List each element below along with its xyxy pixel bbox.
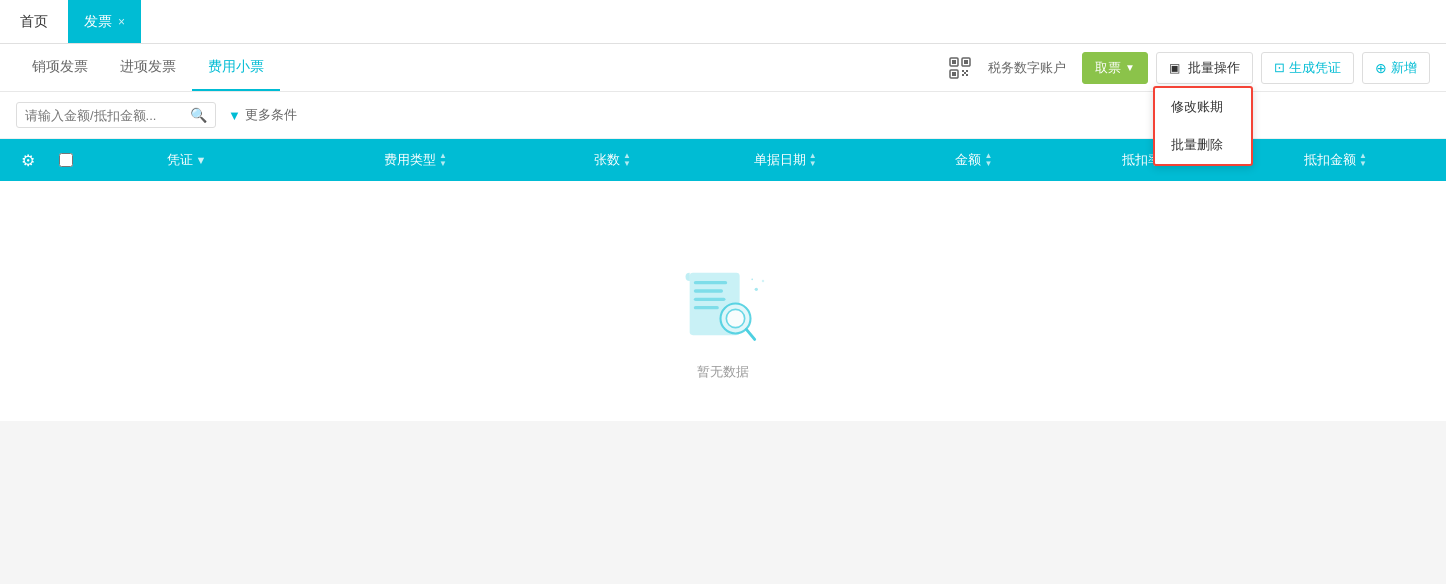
search-wrap[interactable]: 🔍 — [16, 102, 216, 128]
th-date: 单据日期 ▲ ▼ — [683, 151, 888, 169]
search-input[interactable] — [25, 108, 190, 123]
sort-down-icon: ▼ — [623, 160, 631, 168]
svg-point-20 — [762, 280, 765, 283]
th-amount: 金额 ▲ ▼ — [888, 151, 1061, 169]
top-nav: 首页 发票 × — [0, 0, 1446, 44]
svg-point-19 — [755, 288, 758, 291]
sort-down-icon: ▼ — [1359, 160, 1367, 168]
svg-rect-10 — [964, 72, 966, 74]
page-container: 首页 发票 × 销项发票 进项发票 费用小票 — [0, 0, 1446, 584]
svg-rect-5 — [952, 72, 956, 76]
nav-tab-close-icon[interactable]: × — [118, 15, 125, 29]
pick-ticket-button[interactable]: 取票 ▼ — [1082, 52, 1148, 84]
pick-ticket-chevron: ▼ — [1125, 62, 1135, 73]
empty-state: 暂无数据 — [0, 181, 1446, 421]
sub-tabs-bar: 销项发票 进项发票 费用小票 税务数字 — [0, 44, 1446, 92]
empty-illustration — [673, 261, 773, 351]
th-deduct-label: 抵扣金额 — [1304, 151, 1356, 169]
bulk-dropdown-menu: 修改账期 批量删除 — [1153, 86, 1253, 166]
th-expense-type: 费用类型 ▲ ▼ — [289, 151, 542, 169]
th-expense-label: 费用类型 — [384, 151, 436, 169]
toolbar: 税务数字账户 取票 ▼ ▣ 批量操作 修改账期 批量删除 ⊡ — [280, 52, 1430, 84]
more-filter-button[interactable]: ▼ 更多条件 — [228, 106, 297, 124]
th-expense-sort[interactable]: ▲ ▼ — [439, 152, 447, 168]
th-count-sort[interactable]: ▲ ▼ — [623, 152, 631, 168]
gear-icon: ⚙ — [21, 151, 35, 170]
svg-line-18 — [746, 329, 754, 339]
th-deduct-amount: 抵扣金额 ▲ ▼ — [1233, 151, 1438, 169]
tab-expense[interactable]: 费用小票 — [192, 44, 280, 91]
th-date-sort[interactable]: ▲ ▼ — [809, 152, 817, 168]
th-voucher-label: 凭证 — [167, 151, 193, 169]
empty-label: 暂无数据 — [697, 363, 749, 381]
svg-rect-7 — [966, 70, 968, 72]
dropdown-item-bulk-delete[interactable]: 批量删除 — [1155, 126, 1251, 164]
tax-digital-label[interactable]: 税务数字账户 — [980, 59, 1074, 77]
add-new-label: 新增 — [1391, 59, 1417, 77]
nav-tab-label: 发票 — [84, 13, 112, 31]
add-new-button[interactable]: ⊕ 新增 — [1362, 52, 1430, 84]
th-amount-sort[interactable]: ▲ ▼ — [984, 152, 992, 168]
svg-rect-8 — [962, 74, 964, 76]
th-amount-label: 金额 — [955, 151, 981, 169]
svg-rect-13 — [694, 289, 723, 292]
svg-rect-1 — [952, 60, 956, 64]
pick-ticket-label: 取票 — [1095, 59, 1121, 77]
th-check[interactable] — [48, 153, 84, 167]
more-filter-label: 更多条件 — [245, 106, 297, 124]
select-all-checkbox[interactable] — [59, 153, 73, 167]
svg-rect-9 — [966, 74, 968, 76]
th-voucher: 凭证 ▼ — [84, 151, 289, 169]
bulk-operation-container: ▣ 批量操作 修改账期 批量删除 — [1156, 52, 1253, 84]
bulk-operation-label: 批量操作 — [1188, 59, 1240, 77]
svg-rect-15 — [694, 306, 719, 309]
tab-sales[interactable]: 销项发票 — [16, 44, 104, 91]
generate-voucher-label: 生成凭证 — [1289, 59, 1341, 77]
th-date-label: 单据日期 — [754, 151, 806, 169]
th-gear[interactable]: ⚙ — [8, 151, 48, 170]
svg-rect-12 — [694, 281, 727, 284]
generate-icon: ⊡ — [1274, 60, 1285, 75]
nav-home[interactable]: 首页 — [0, 0, 68, 43]
svg-point-21 — [751, 279, 753, 281]
svg-rect-3 — [964, 60, 968, 64]
sort-down-icon: ▼ — [439, 160, 447, 168]
svg-rect-6 — [962, 70, 964, 72]
sort-down-icon: ▼ — [809, 160, 817, 168]
th-count-label: 张数 — [594, 151, 620, 169]
add-icon: ⊕ — [1375, 60, 1387, 76]
tab-incoming[interactable]: 进项发票 — [104, 44, 192, 91]
th-count: 张数 ▲ ▼ — [542, 151, 683, 169]
svg-rect-14 — [694, 298, 726, 301]
dropdown-item-modify-period[interactable]: 修改账期 — [1155, 88, 1251, 126]
bulk-icon: ▣ — [1169, 61, 1180, 75]
nav-active-tab[interactable]: 发票 × — [68, 0, 141, 43]
svg-point-17 — [726, 309, 744, 327]
sort-down-icon: ▼ — [984, 160, 992, 168]
bulk-operation-button[interactable]: ▣ 批量操作 — [1156, 52, 1253, 84]
filter-icon: ▼ — [228, 108, 241, 123]
search-icon: 🔍 — [190, 107, 207, 123]
generate-voucher-button[interactable]: ⊡ 生成凭证 — [1261, 52, 1354, 84]
qr-code-icon[interactable] — [948, 56, 972, 80]
th-voucher-filter-icon[interactable]: ▼ — [196, 154, 207, 166]
th-deduct-sort[interactable]: ▲ ▼ — [1359, 152, 1367, 168]
